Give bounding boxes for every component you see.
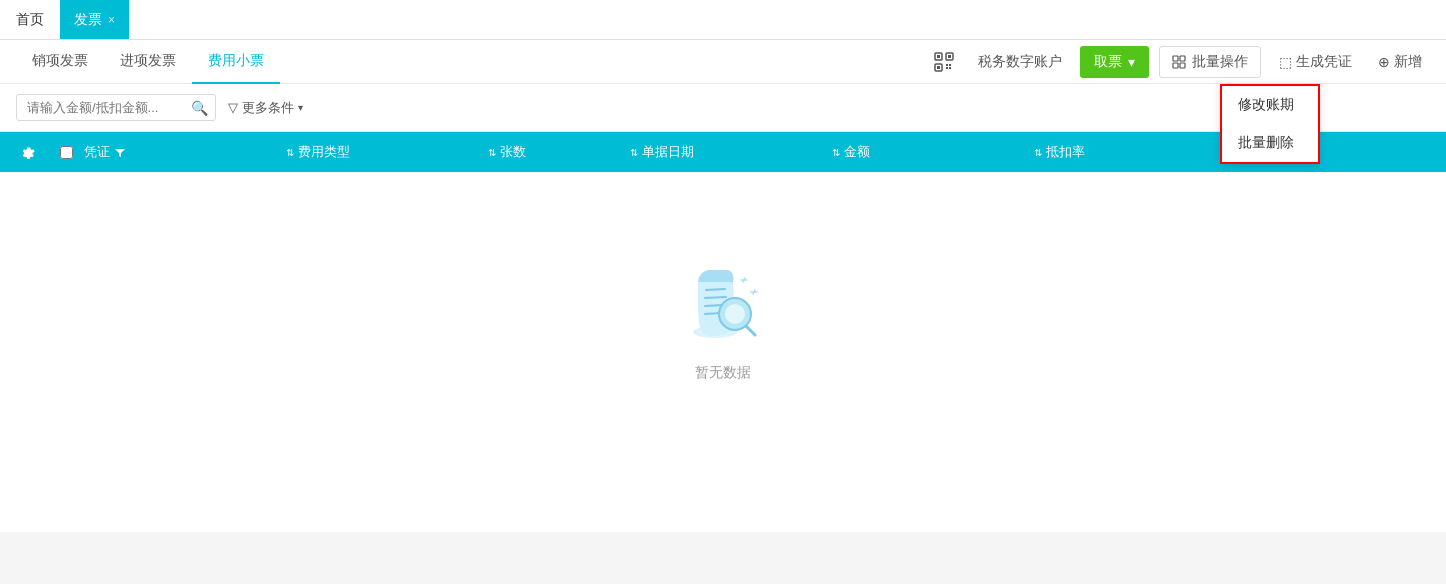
svg-rect-6 (946, 64, 948, 66)
tabs-container: 销项发票 进项发票 费用小票 (16, 40, 280, 84)
th-settings[interactable] (8, 144, 48, 160)
qr-code-icon[interactable] (928, 46, 960, 78)
svg-rect-3 (937, 55, 940, 58)
voucher-icon: ⬚ (1279, 54, 1292, 70)
empty-illustration (673, 252, 773, 352)
search-input-wrap: 🔍 (16, 94, 216, 121)
th-sort-up: ⇅ (286, 147, 294, 158)
th-date[interactable]: ⇅ 单据日期 (630, 143, 832, 161)
svg-rect-10 (1173, 56, 1178, 61)
dropdown-edit-period[interactable]: 修改账期 (1222, 86, 1318, 124)
generate-voucher-button[interactable]: ⬚ 生成凭证 (1271, 53, 1360, 71)
tab-sales[interactable]: 销项发票 (16, 40, 104, 84)
batch-op-dropdown: 修改账期 批量删除 (1220, 84, 1320, 164)
toolbar: 销项发票 进项发票 费用小票 税务数字账户 取票 ▾ (0, 40, 1446, 84)
th-expense-type-label: 费用类型 (298, 143, 350, 161)
batch-op-icon (1172, 55, 1186, 69)
select-all-checkbox[interactable] (60, 146, 73, 159)
nav-tab-label: 发票 (74, 11, 102, 29)
th-deduction-rate-label: 抵扣率 (1046, 143, 1085, 161)
top-nav: 首页 发票 × (0, 0, 1446, 40)
th-count[interactable]: ⇅ 张数 (488, 143, 629, 161)
more-conditions-label: 更多条件 (242, 99, 294, 117)
th-date-label: 单据日期 (642, 143, 694, 161)
filter-icon: ▽ (228, 100, 238, 115)
svg-rect-12 (1173, 63, 1178, 68)
tab-input[interactable]: 进项发票 (104, 40, 192, 84)
batch-op-label: 批量操作 (1192, 53, 1248, 71)
th-sort-up4: ⇅ (832, 147, 840, 158)
th-voucher-label: 凭证 (84, 143, 110, 161)
take-ticket-button[interactable]: 取票 ▾ (1080, 46, 1149, 78)
more-conditions-button[interactable]: ▽ 更多条件 ▾ (228, 99, 303, 117)
th-voucher[interactable]: 凭证 (84, 143, 286, 161)
content-area: 凭证 ⇅ 费用类型 ⇅ 张数 ⇅ 单据日期 ⇅ 金额 ⇅ 抵扣率 ⇅ 抵扣金额 (0, 132, 1446, 532)
svg-rect-13 (1180, 63, 1185, 68)
nav-tab-invoice[interactable]: 发票 × (60, 0, 129, 39)
empty-text: 暂无数据 (695, 364, 751, 382)
svg-line-21 (746, 326, 755, 335)
th-checkbox[interactable] (48, 146, 84, 159)
svg-rect-7 (949, 64, 951, 66)
svg-point-20 (725, 304, 745, 324)
th-expense-type[interactable]: ⇅ 费用类型 (286, 143, 488, 161)
batch-op-button[interactable]: 批量操作 (1159, 46, 1261, 78)
th-sort-up5: ⇅ (1034, 147, 1042, 158)
th-sort-up2: ⇅ (488, 147, 496, 158)
add-label: 新增 (1394, 53, 1422, 71)
dropdown-batch-delete[interactable]: 批量删除 (1222, 124, 1318, 162)
toolbar-actions: 税务数字账户 取票 ▾ 批量操作 修改账期 批量删除 ⬚ 生成凭证 ⊕ 新增 (928, 46, 1430, 78)
take-ticket-dropdown-icon: ▾ (1128, 54, 1135, 70)
th-deduction-rate[interactable]: ⇅ 抵扣率 (1034, 143, 1236, 161)
nav-home[interactable]: 首页 (0, 0, 60, 39)
search-icon: 🔍 (191, 100, 208, 116)
tab-expense[interactable]: 费用小票 (192, 40, 280, 84)
svg-line-16 (705, 297, 726, 298)
th-voucher-filter-icon (114, 146, 126, 158)
add-icon: ⊕ (1378, 54, 1390, 70)
svg-rect-9 (949, 67, 951, 69)
search-input[interactable] (16, 94, 216, 121)
svg-rect-11 (1180, 56, 1185, 61)
close-tab-icon[interactable]: × (108, 13, 115, 27)
th-count-label: 张数 (500, 143, 526, 161)
voucher-label: 生成凭证 (1296, 53, 1352, 71)
th-sort-up3: ⇅ (630, 147, 638, 158)
empty-state: 暂无数据 (0, 172, 1446, 422)
th-amount-label: 金额 (844, 143, 870, 161)
tax-account-button[interactable]: 税务数字账户 (970, 53, 1070, 71)
svg-rect-4 (948, 55, 951, 58)
svg-line-15 (706, 289, 725, 290)
more-conditions-chevron: ▾ (298, 102, 303, 113)
take-ticket-label: 取票 (1094, 53, 1122, 71)
add-button[interactable]: ⊕ 新增 (1370, 53, 1430, 71)
svg-rect-5 (937, 66, 940, 69)
svg-rect-8 (946, 67, 948, 69)
th-amount[interactable]: ⇅ 金额 (832, 143, 1034, 161)
